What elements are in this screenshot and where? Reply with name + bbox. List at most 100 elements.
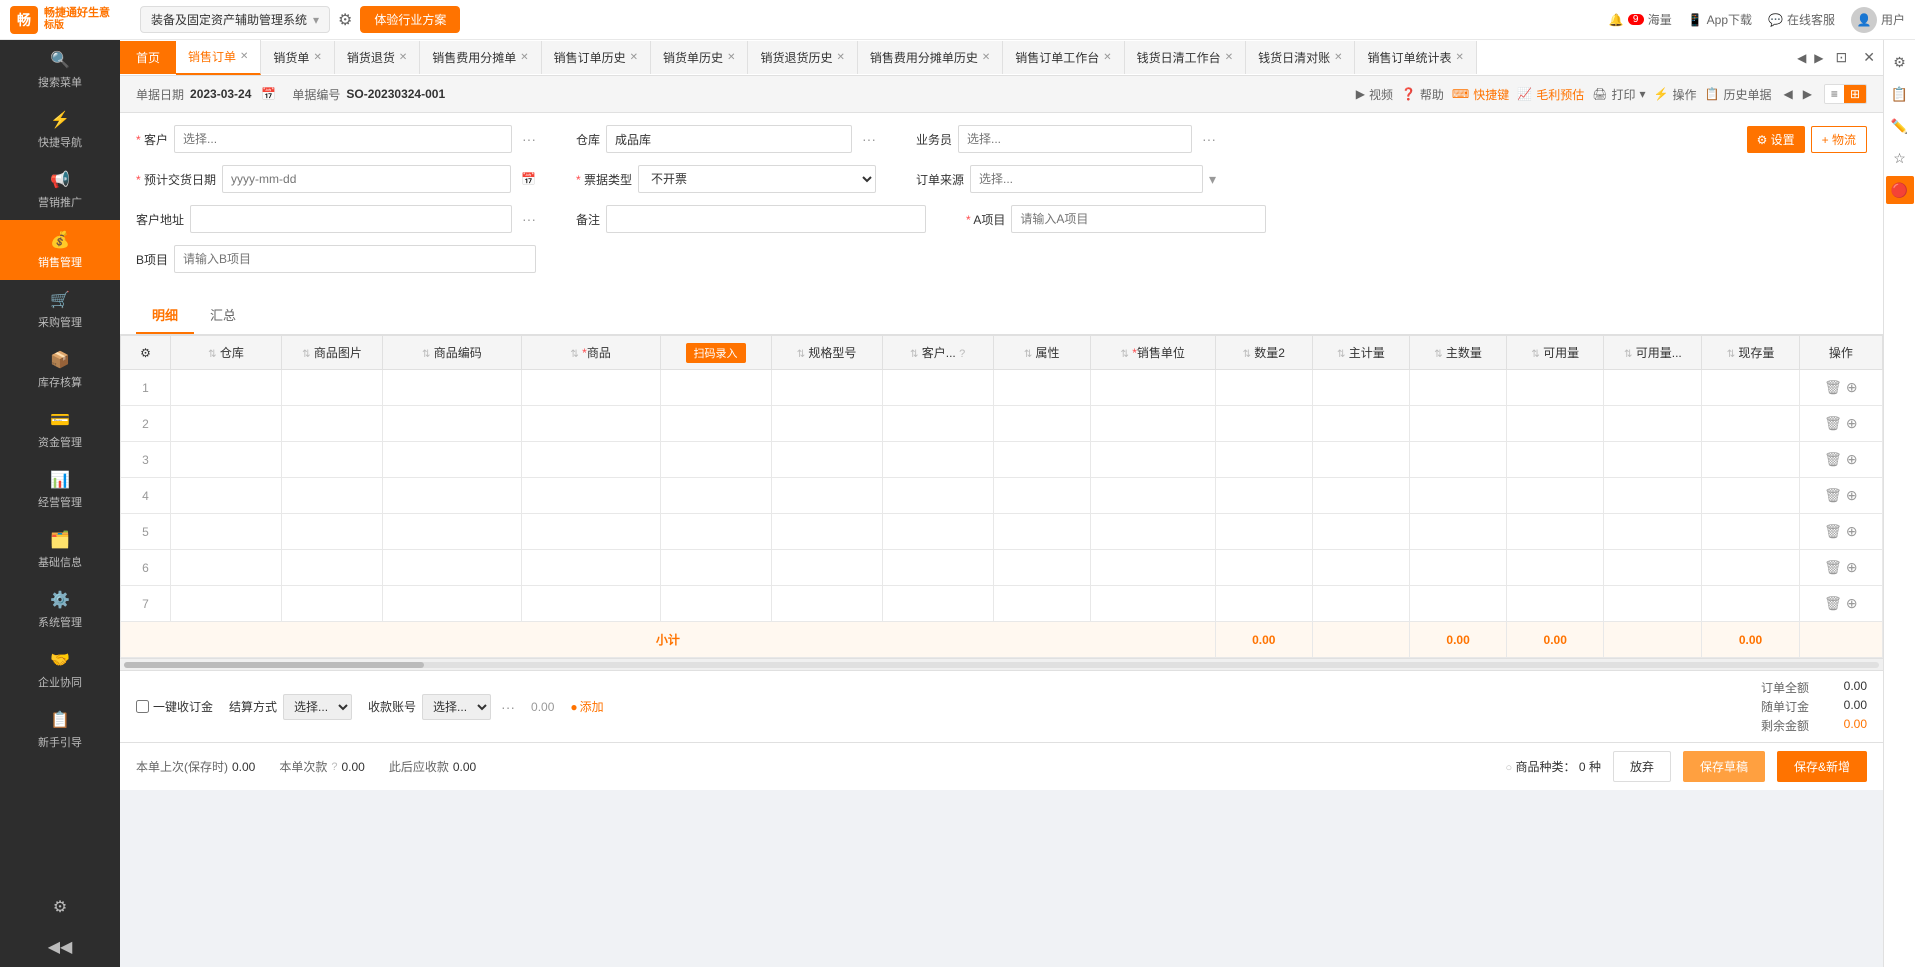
tab-next[interactable]: ▶ (1810, 51, 1827, 65)
row-stock-1[interactable] (1702, 370, 1799, 406)
close-tab-stats[interactable]: ✕ (1456, 52, 1464, 63)
row-avail-2[interactable] (1507, 406, 1604, 442)
col-attribute[interactable]: ⇅ 属性 (993, 336, 1090, 370)
right-icon-alert[interactable]: 🔴 (1886, 176, 1914, 204)
row-code-4[interactable] (382, 478, 521, 514)
row-spec-5[interactable] (771, 514, 882, 550)
delete-row-7[interactable]: 🗑 (1824, 595, 1842, 612)
row-code-3[interactable] (382, 442, 521, 478)
row-avail2-6[interactable] (1604, 550, 1702, 586)
row-qty2-4[interactable] (1215, 478, 1312, 514)
calendar-icon[interactable]: 📅 (261, 87, 276, 101)
row-attr-1[interactable] (993, 370, 1090, 406)
row-unit-2[interactable] (1090, 406, 1215, 442)
order-source-chevron[interactable]: ▾ (1209, 171, 1216, 188)
delete-row-2[interactable]: 🗑 (1824, 415, 1842, 432)
delete-row-4[interactable]: 🗑 (1824, 487, 1842, 504)
row-stock-4[interactable] (1702, 478, 1799, 514)
row-qty2-3[interactable] (1215, 442, 1312, 478)
row-mainqty-6[interactable] (1410, 550, 1507, 586)
col-unit[interactable]: ⇅ *销售单位 (1090, 336, 1215, 370)
row-avail2-7[interactable] (1604, 586, 1702, 622)
row-custcode-6[interactable] (882, 550, 993, 586)
shortcut-button[interactable]: ⌨ 快捷键 (1452, 86, 1509, 103)
delete-row-6[interactable]: 🗑 (1824, 559, 1842, 576)
row-custcode-4[interactable] (882, 478, 993, 514)
row-warehouse-3[interactable] (170, 442, 281, 478)
row-warehouse-7[interactable] (170, 586, 281, 622)
row-avail2-1[interactable] (1604, 370, 1702, 406)
row-mainqty-3[interactable] (1410, 442, 1507, 478)
add-settlement-button[interactable]: ● 添加 (570, 698, 603, 715)
settlement-method-select[interactable]: 选择... (283, 694, 352, 720)
col-available2[interactable]: ⇅ 可用量... (1604, 336, 1702, 370)
tab-sales-return[interactable]: 销货退货 ✕ (335, 41, 420, 74)
row-unit-5[interactable] (1090, 514, 1215, 550)
note-input[interactable] (606, 205, 926, 233)
trial-button[interactable]: 体验行业方案 (360, 6, 460, 33)
sidebar-item-basicinfo[interactable]: 🗂️ 基础信息 (0, 520, 120, 580)
tab-daily-workbench[interactable]: 钱货日清工作台 ✕ (1125, 41, 1246, 74)
scroll-thumb[interactable] (124, 662, 424, 668)
debit-question-icon[interactable]: ? (331, 761, 337, 773)
delivery-calendar-icon[interactable]: 📅 (521, 172, 536, 186)
view-list-button[interactable]: ≡ (1825, 85, 1844, 103)
row-unit-1[interactable] (1090, 370, 1215, 406)
close-tab-sales-return[interactable]: ✕ (399, 52, 407, 63)
row-spec-6[interactable] (771, 550, 882, 586)
customer-dots-icon[interactable]: ··· (522, 131, 536, 147)
row-warehouse-4[interactable] (170, 478, 281, 514)
row-mainunit-5[interactable] (1312, 514, 1409, 550)
row-code-6[interactable] (382, 550, 521, 586)
address-dots-icon[interactable]: ··· (522, 211, 536, 227)
row-stock-6[interactable] (1702, 550, 1799, 586)
row-avail2-5[interactable] (1604, 514, 1702, 550)
row-warehouse-5[interactable] (170, 514, 281, 550)
row-mainqty-1[interactable] (1410, 370, 1507, 406)
col-customer-code[interactable]: ⇅ 客户... ? (882, 336, 993, 370)
row-qty2-1[interactable] (1215, 370, 1312, 406)
copy-row-1[interactable]: ⊕ (1846, 379, 1858, 396)
system-selector[interactable]: 装备及固定资产辅助管理系统 ▾ (140, 6, 330, 33)
settings-form-button[interactable]: ⚙ 设置 (1747, 126, 1805, 153)
row-attr-5[interactable] (993, 514, 1090, 550)
col-gear[interactable]: ⚙ (121, 336, 171, 370)
tab-summary[interactable]: 汇总 (194, 297, 252, 334)
tab-prev[interactable]: ◀ (1793, 51, 1810, 65)
b-project-input[interactable] (174, 245, 536, 273)
row-attr-7[interactable] (993, 586, 1090, 622)
row-spec-4[interactable] (771, 478, 882, 514)
row-product-6[interactable] (521, 550, 660, 586)
close-tab-order-history[interactable]: ✕ (630, 52, 638, 63)
row-unit-7[interactable] (1090, 586, 1215, 622)
right-icon-star[interactable]: ☆ (1886, 144, 1914, 172)
row-product-1[interactable] (521, 370, 660, 406)
col-product[interactable]: ⇅ *商品 (521, 336, 660, 370)
row-avail-3[interactable] (1507, 442, 1604, 478)
row-stock-2[interactable] (1702, 406, 1799, 442)
col-spec[interactable]: ⇅ 规格型号 (771, 336, 882, 370)
copy-row-4[interactable]: ⊕ (1846, 487, 1858, 504)
sidebar-item-sales[interactable]: 💰 销售管理 (0, 220, 120, 280)
warehouse-input[interactable] (606, 125, 852, 153)
row-custcode-3[interactable] (882, 442, 993, 478)
copy-row-7[interactable]: ⊕ (1846, 595, 1858, 612)
row-product-4[interactable] (521, 478, 660, 514)
row-code-7[interactable] (382, 586, 521, 622)
tab-detail[interactable]: 明细 (136, 297, 194, 334)
tab-maximize[interactable]: ⊡ (1828, 45, 1856, 70)
row-mainqty-4[interactable] (1410, 478, 1507, 514)
col-code[interactable]: ⇅ 商品编码 (382, 336, 521, 370)
row-mainunit-3[interactable] (1312, 442, 1409, 478)
col-image[interactable]: ⇅ 商品图片 (281, 336, 382, 370)
record-next[interactable]: ▶ (1799, 87, 1816, 101)
tab-home[interactable]: 首页 (120, 41, 176, 74)
tab-return-history[interactable]: 销货退货历史 ✕ (748, 41, 857, 74)
col-warehouse[interactable]: ⇅ 仓库 (170, 336, 281, 370)
operation-button[interactable]: ⚡ 操作 (1654, 86, 1697, 103)
address-input[interactable] (190, 205, 512, 233)
account-dots-icon[interactable]: ··· (501, 699, 515, 715)
copy-row-5[interactable]: ⊕ (1846, 523, 1858, 540)
add-item-button[interactable]: + 物流 (1811, 126, 1867, 153)
row-spec-3[interactable] (771, 442, 882, 478)
